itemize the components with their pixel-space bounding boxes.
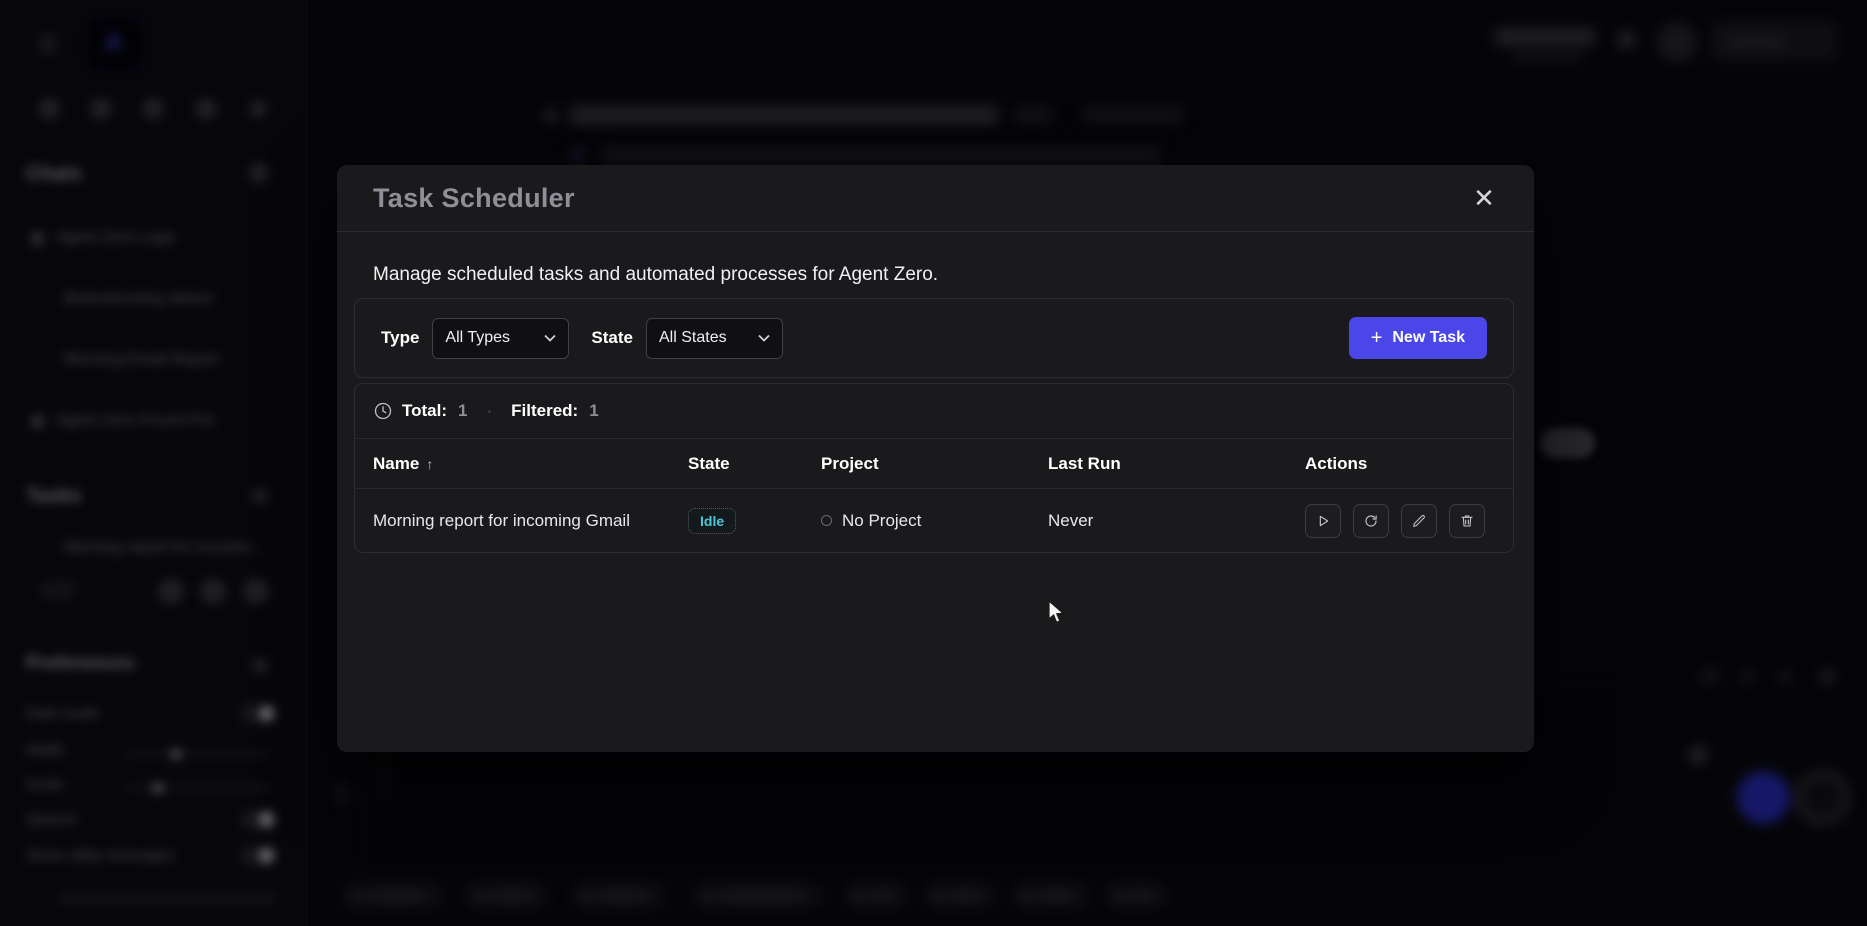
total-label: Total:	[402, 401, 447, 421]
close-icon[interactable]: ✕	[1470, 185, 1498, 213]
table-row[interactable]: Morning report for incoming Gmail Idle N…	[355, 489, 1513, 552]
pencil-icon	[1411, 513, 1427, 529]
state-filter-select[interactable]: All States	[646, 318, 783, 359]
last-run-value: Never	[1048, 511, 1305, 531]
reload-icon	[1363, 513, 1379, 529]
filter-panel: Type All Types State All States + New Ta…	[354, 298, 1514, 378]
col-name[interactable]: Name↑	[373, 454, 688, 474]
modal-header: Task Scheduler ✕	[337, 165, 1534, 232]
filtered-label: Filtered:	[511, 401, 578, 421]
play-icon	[1315, 513, 1331, 529]
chevron-down-icon	[544, 334, 556, 342]
type-filter-value: All Types	[445, 329, 510, 347]
table-header-row: Name↑ State Project Last Run Actions	[355, 439, 1513, 489]
task-scheduler-modal: Task Scheduler ✕ Manage scheduled tasks …	[337, 165, 1534, 752]
stats-separator: ·	[486, 401, 492, 421]
col-last-run[interactable]: Last Run	[1048, 454, 1305, 474]
filtered-value: 1	[589, 401, 598, 421]
reload-task-button[interactable]	[1353, 504, 1389, 538]
state-badge: Idle	[688, 508, 736, 534]
stats-row: Total: 1 · Filtered: 1	[355, 384, 1513, 439]
plus-icon: +	[1371, 328, 1383, 348]
type-filter-label: Type	[381, 328, 419, 348]
project-cell: No Project	[821, 511, 1048, 531]
clock-icon	[373, 401, 393, 421]
chevron-down-icon	[758, 334, 770, 342]
modal-title: Task Scheduler	[373, 183, 575, 214]
total-value: 1	[458, 401, 467, 421]
task-name: Morning report for incoming Gmail	[373, 511, 688, 531]
project-circle-icon	[821, 515, 832, 526]
col-project[interactable]: Project	[821, 454, 1048, 474]
actions-cell	[1305, 504, 1495, 538]
sort-ascending-icon: ↑	[426, 456, 433, 472]
new-task-button[interactable]: + New Task	[1349, 317, 1487, 359]
state-filter-value: All States	[659, 329, 727, 347]
state-filter-label: State	[591, 328, 633, 348]
col-actions: Actions	[1305, 454, 1495, 474]
col-state[interactable]: State	[688, 454, 821, 474]
type-filter-select[interactable]: All Types	[432, 318, 569, 359]
background-pill	[1540, 428, 1595, 458]
tasks-table-panel: Total: 1 · Filtered: 1 Name↑ State Proje…	[354, 383, 1514, 553]
edit-task-button[interactable]	[1401, 504, 1437, 538]
delete-task-button[interactable]	[1449, 504, 1485, 538]
run-task-button[interactable]	[1305, 504, 1341, 538]
trash-icon	[1459, 513, 1475, 529]
project-name: No Project	[842, 511, 921, 531]
mouse-cursor	[1047, 600, 1069, 626]
app-root: ☰ A Chats Agent Zero Logo Brainstorming …	[0, 0, 1867, 926]
